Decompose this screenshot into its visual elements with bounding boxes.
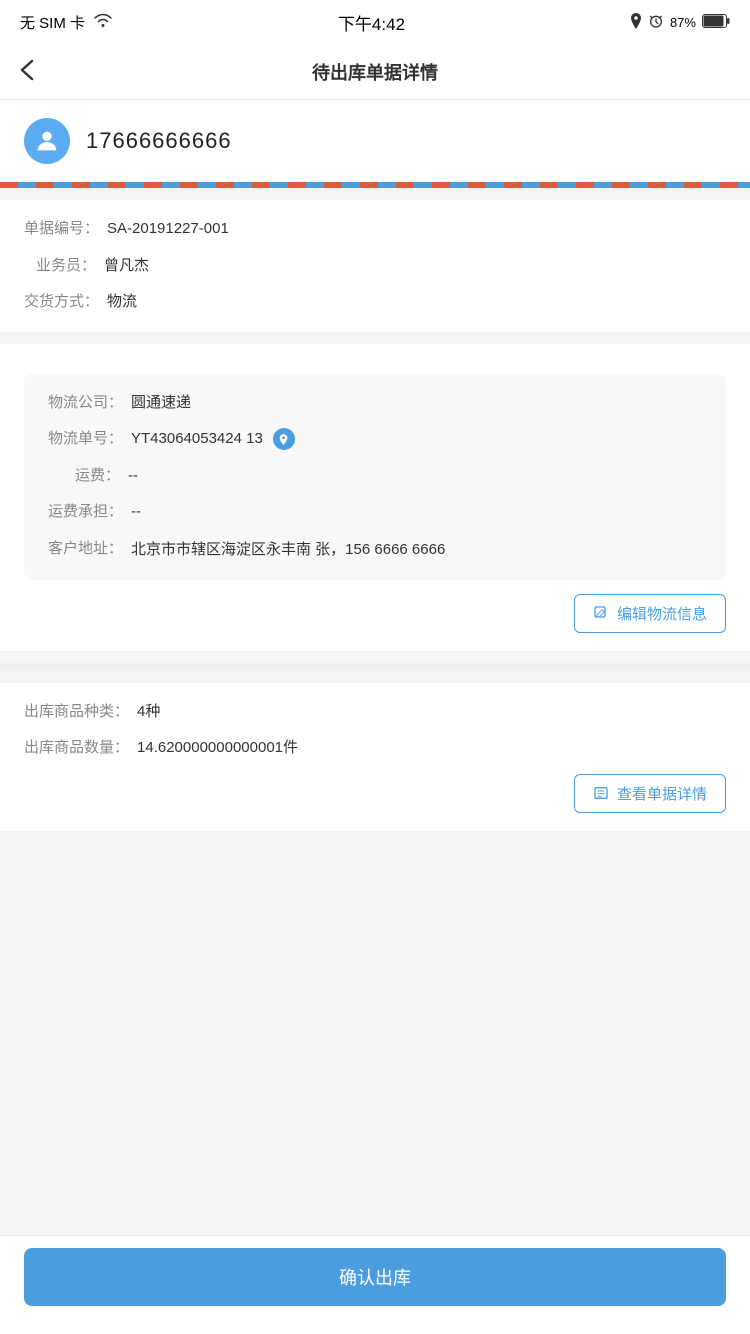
goods-types-label: 出库商品种类： xyxy=(24,701,137,724)
back-button[interactable] xyxy=(20,51,42,93)
list-icon xyxy=(593,785,609,801)
salesman-label: 业务员： xyxy=(24,255,104,278)
carrier-text: 无 SIM 卡 xyxy=(20,12,85,33)
logistics-freight-label: 运费： xyxy=(48,465,128,488)
order-info-section: 单据编号： SA-20191227-001 业务员： 曾凡杰 交货方式： 物流 xyxy=(0,200,750,332)
wifi-icon xyxy=(93,13,113,31)
alarm-status-icon xyxy=(648,13,664,32)
edit-icon xyxy=(593,605,609,621)
nav-bar: 待出库单据详情 xyxy=(0,44,750,100)
avatar xyxy=(24,118,70,164)
logistics-card: 物流公司： 圆通速递 物流单号： YT43064053424 13 运费： --… xyxy=(24,374,726,580)
location-status-icon xyxy=(630,13,642,32)
salesman-value: 曾凡杰 xyxy=(104,255,726,278)
view-btn-row: 查看单据详情 xyxy=(24,774,726,813)
status-left: 无 SIM 卡 xyxy=(20,12,113,33)
customer-phone: 17666666666 xyxy=(86,128,232,154)
goods-quantity-value: 14.620000000000001件 xyxy=(137,737,726,760)
logistics-freight-bearer-value: -- xyxy=(131,501,702,524)
logistics-freight-value: -- xyxy=(128,465,702,488)
edit-logistics-label: 编辑物流信息 xyxy=(617,603,707,624)
order-number-label: 单据编号： xyxy=(24,218,107,241)
order-number-row: 单据编号： SA-20191227-001 xyxy=(24,218,726,241)
logistics-tracking-label: 物流单号： xyxy=(48,428,131,451)
edit-btn-row: 编辑物流信息 xyxy=(24,594,726,633)
status-right: 87% xyxy=(630,13,730,32)
view-details-button[interactable]: 查看单据详情 xyxy=(574,774,726,813)
confirm-outbound-button[interactable]: 确认出库 xyxy=(24,1248,726,1306)
logistics-tracking-row: 物流单号： YT43064053424 13 xyxy=(48,428,702,451)
battery-icon xyxy=(702,14,730,31)
goods-quantity-row: 出库商品数量： 14.620000000000001件 xyxy=(24,737,726,760)
status-time: 下午4:42 xyxy=(338,10,405,35)
goods-section: 出库商品种类： 4种 出库商品数量： 14.620000000000001件 查… xyxy=(0,683,750,831)
customer-header: 17666666666 xyxy=(0,100,750,182)
bottom-spacer xyxy=(0,843,750,1003)
logistics-section: 物流公司： 圆通速递 物流单号： YT43064053424 13 运费： --… xyxy=(0,344,750,651)
logistics-company-row: 物流公司： 圆通速递 xyxy=(48,392,702,415)
goods-quantity-label: 出库商品数量： xyxy=(24,737,137,760)
logistics-tracking-value: YT43064053424 13 xyxy=(131,428,702,451)
logistics-freight-bearer-label: 运费承担： xyxy=(48,501,131,524)
logistics-company-label: 物流公司： xyxy=(48,392,131,415)
delivery-method-row: 交货方式： 物流 xyxy=(24,291,726,314)
tracking-number: YT43064053424 13 xyxy=(131,428,263,451)
logistics-address-row: 客户地址： 北京市市辖区海淀区永丰南 张，156 6666 6666 xyxy=(48,538,702,562)
dashed-divider xyxy=(0,182,750,188)
logistics-company-value: 圆通速递 xyxy=(131,392,702,415)
tracking-location-icon[interactable] xyxy=(273,428,295,450)
goods-types-row: 出库商品种类： 4种 xyxy=(24,701,726,724)
confirm-btn-wrap: 确认出库 xyxy=(0,1235,750,1334)
battery-text: 87% xyxy=(670,15,696,30)
salesman-row: 业务员： 曾凡杰 xyxy=(24,255,726,278)
logistics-freight-row: 运费： -- xyxy=(48,465,702,488)
thin-divider xyxy=(0,663,750,671)
status-bar: 无 SIM 卡 下午4:42 87% xyxy=(0,0,750,44)
goods-types-value: 4种 xyxy=(137,701,726,724)
view-details-label: 查看单据详情 xyxy=(617,783,707,804)
delivery-method-value: 物流 xyxy=(107,291,726,314)
delivery-method-label: 交货方式： xyxy=(24,291,107,314)
logistics-address-value: 北京市市辖区海淀区永丰南 张，156 6666 6666 xyxy=(131,538,702,562)
logistics-address-label: 客户地址： xyxy=(48,538,131,561)
order-number-value: SA-20191227-001 xyxy=(107,218,726,241)
logistics-freight-bearer-row: 运费承担： -- xyxy=(48,501,702,524)
page-title: 待出库单据详情 xyxy=(312,59,438,85)
edit-logistics-button[interactable]: 编辑物流信息 xyxy=(574,594,726,633)
